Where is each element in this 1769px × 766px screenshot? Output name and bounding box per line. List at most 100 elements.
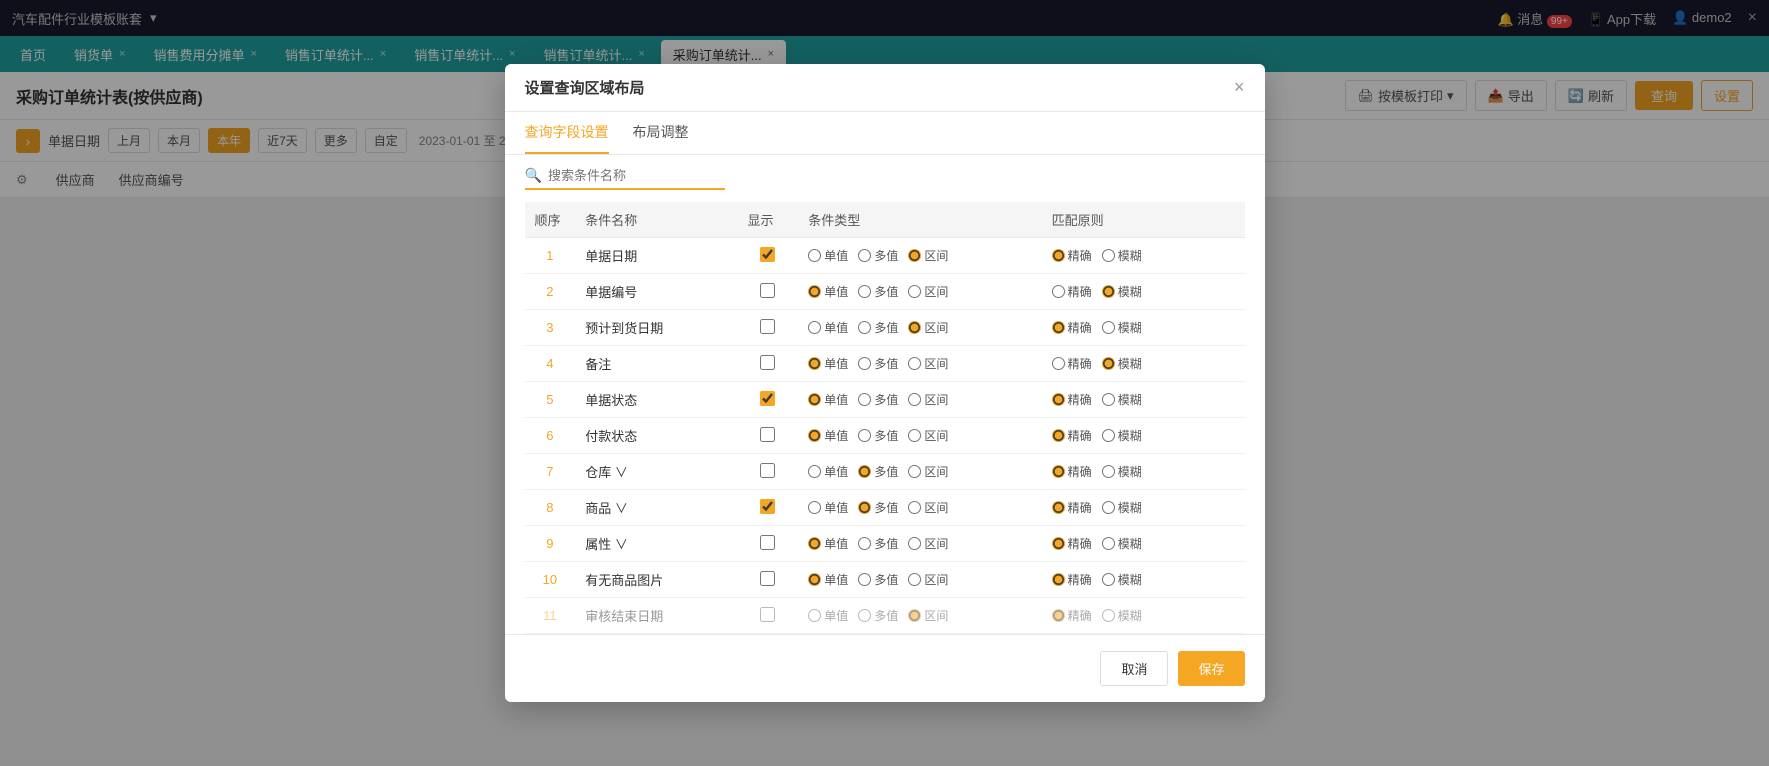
type-radio-区间-0[interactable]: 区间 xyxy=(908,247,948,264)
type-radio-多值-7[interactable]: 多值 xyxy=(858,499,898,516)
row-show-0[interactable] xyxy=(737,238,798,274)
type-radio-区间-1[interactable]: 区间 xyxy=(908,283,948,300)
type-radio-多值-0[interactable]: 多值 xyxy=(858,247,898,264)
search-input[interactable] xyxy=(548,168,708,183)
type-radio-多值-8[interactable]: 多值 xyxy=(858,535,898,552)
row-show-9[interactable] xyxy=(737,562,798,598)
row-show-2[interactable] xyxy=(737,310,798,346)
th-type: 条件类型 xyxy=(798,202,1041,238)
row-show-3[interactable] xyxy=(737,346,798,382)
table-row: 4备注单值多值区间精确模糊 xyxy=(525,346,1245,382)
show-checkbox-10[interactable] xyxy=(760,607,775,622)
row-show-5[interactable] xyxy=(737,418,798,454)
type-radio-多值-1[interactable]: 多值 xyxy=(858,283,898,300)
row-show-7[interactable] xyxy=(737,490,798,526)
dialog-tab-layout-adjust[interactable]: 布局调整 xyxy=(633,112,689,154)
row-show-1[interactable] xyxy=(737,274,798,310)
match-radio-模糊-9[interactable]: 模糊 xyxy=(1102,571,1142,588)
show-checkbox-7[interactable] xyxy=(760,499,775,514)
match-radio-精确-0[interactable]: 精确 xyxy=(1052,247,1092,264)
type-radio-单值-10[interactable]: 单值 xyxy=(808,607,848,624)
show-checkbox-8[interactable] xyxy=(760,535,775,550)
type-radio-区间-8[interactable]: 区间 xyxy=(908,535,948,552)
type-radio-多值-10[interactable]: 多值 xyxy=(858,607,898,624)
type-radio-多值-4[interactable]: 多值 xyxy=(858,391,898,408)
type-radio-单值-1[interactable]: 单值 xyxy=(808,283,848,300)
type-radio-多值-6[interactable]: 多值 xyxy=(858,463,898,480)
save-button[interactable]: 保存 xyxy=(1178,651,1244,686)
table-row: 11审核结束日期单值多值区间精确模糊 xyxy=(525,598,1245,634)
cancel-button[interactable]: 取消 xyxy=(1100,651,1168,686)
type-radio-多值-9[interactable]: 多值 xyxy=(858,571,898,588)
show-checkbox-0[interactable] xyxy=(760,247,775,262)
row-show-6[interactable] xyxy=(737,454,798,490)
type-radio-单值-5[interactable]: 单值 xyxy=(808,427,848,444)
show-checkbox-4[interactable] xyxy=(760,391,775,406)
type-radio-区间-6[interactable]: 区间 xyxy=(908,463,948,480)
show-checkbox-9[interactable] xyxy=(760,571,775,586)
type-radio-单值-6[interactable]: 单值 xyxy=(808,463,848,480)
match-radio-模糊-8[interactable]: 模糊 xyxy=(1102,535,1142,552)
type-radio-区间-2[interactable]: 区间 xyxy=(908,319,948,336)
dialog-tab-query-fields[interactable]: 查询字段设置 xyxy=(525,112,609,154)
type-radio-单值-4[interactable]: 单值 xyxy=(808,391,848,408)
match-radio-精确-9[interactable]: 精确 xyxy=(1052,571,1092,588)
table-row: 6付款状态单值多值区间精确模糊 xyxy=(525,418,1245,454)
type-radio-区间-4[interactable]: 区间 xyxy=(908,391,948,408)
match-radio-精确-8[interactable]: 精确 xyxy=(1052,535,1092,552)
show-checkbox-6[interactable] xyxy=(760,463,775,478)
type-radio-单值-0[interactable]: 单值 xyxy=(808,247,848,264)
row-name-6: 仓库 ∨ xyxy=(575,454,737,490)
row-show-8[interactable] xyxy=(737,526,798,562)
match-radio-精确-6[interactable]: 精确 xyxy=(1052,463,1092,480)
row-type-1: 单值多值区间 xyxy=(798,274,1041,310)
row-type-10: 单值多值区间 xyxy=(798,598,1041,634)
match-radio-精确-3[interactable]: 精确 xyxy=(1052,355,1092,372)
type-radio-单值-8[interactable]: 单值 xyxy=(808,535,848,552)
row-name-10: 审核结束日期 xyxy=(575,598,737,634)
type-radio-单值-2[interactable]: 单值 xyxy=(808,319,848,336)
type-radio-区间-10[interactable]: 区间 xyxy=(908,607,948,624)
match-radio-模糊-0[interactable]: 模糊 xyxy=(1102,247,1142,264)
show-checkbox-5[interactable] xyxy=(760,427,775,442)
match-radio-精确-7[interactable]: 精确 xyxy=(1052,499,1092,516)
type-radio-区间-7[interactable]: 区间 xyxy=(908,499,948,516)
show-checkbox-2[interactable] xyxy=(760,319,775,334)
type-radio-区间-3[interactable]: 区间 xyxy=(908,355,948,372)
match-radio-精确-2[interactable]: 精确 xyxy=(1052,319,1092,336)
type-radio-多值-2[interactable]: 多值 xyxy=(858,319,898,336)
show-checkbox-3[interactable] xyxy=(760,355,775,370)
row-match-2: 精确模糊 xyxy=(1042,310,1245,346)
row-type-6: 单值多值区间 xyxy=(798,454,1041,490)
dialog-close-button[interactable]: × xyxy=(1234,77,1245,98)
match-radio-模糊-1[interactable]: 模糊 xyxy=(1102,283,1142,300)
match-radio-精确-4[interactable]: 精确 xyxy=(1052,391,1092,408)
match-radio-模糊-6[interactable]: 模糊 xyxy=(1102,463,1142,480)
match-radio-模糊-7[interactable]: 模糊 xyxy=(1102,499,1142,516)
type-radio-单值-9[interactable]: 单值 xyxy=(808,571,848,588)
type-radio-单值-3[interactable]: 单值 xyxy=(808,355,848,372)
type-radio-区间-5[interactable]: 区间 xyxy=(908,427,948,444)
type-radio-单值-7[interactable]: 单值 xyxy=(808,499,848,516)
type-radio-多值-5[interactable]: 多值 xyxy=(858,427,898,444)
match-radio-精确-10[interactable]: 精确 xyxy=(1052,607,1092,624)
match-radio-模糊-10[interactable]: 模糊 xyxy=(1102,607,1142,624)
row-order-10: 11 xyxy=(525,598,576,634)
type-radio-区间-9[interactable]: 区间 xyxy=(908,571,948,588)
row-show-4[interactable] xyxy=(737,382,798,418)
row-match-8: 精确模糊 xyxy=(1042,526,1245,562)
row-type-8: 单值多值区间 xyxy=(798,526,1041,562)
match-radio-模糊-4[interactable]: 模糊 xyxy=(1102,391,1142,408)
row-name-0: 单据日期 xyxy=(575,238,737,274)
match-radio-模糊-5[interactable]: 模糊 xyxy=(1102,427,1142,444)
row-type-4: 单值多值区间 xyxy=(798,382,1041,418)
match-radio-精确-1[interactable]: 精确 xyxy=(1052,283,1092,300)
match-radio-模糊-2[interactable]: 模糊 xyxy=(1102,319,1142,336)
table-row: 3预计到货日期单值多值区间精确模糊 xyxy=(525,310,1245,346)
show-checkbox-1[interactable] xyxy=(760,283,775,298)
th-show: 显示 xyxy=(737,202,798,238)
type-radio-多值-3[interactable]: 多值 xyxy=(858,355,898,372)
match-radio-精确-5[interactable]: 精确 xyxy=(1052,427,1092,444)
row-show-10[interactable] xyxy=(737,598,798,634)
match-radio-模糊-3[interactable]: 模糊 xyxy=(1102,355,1142,372)
